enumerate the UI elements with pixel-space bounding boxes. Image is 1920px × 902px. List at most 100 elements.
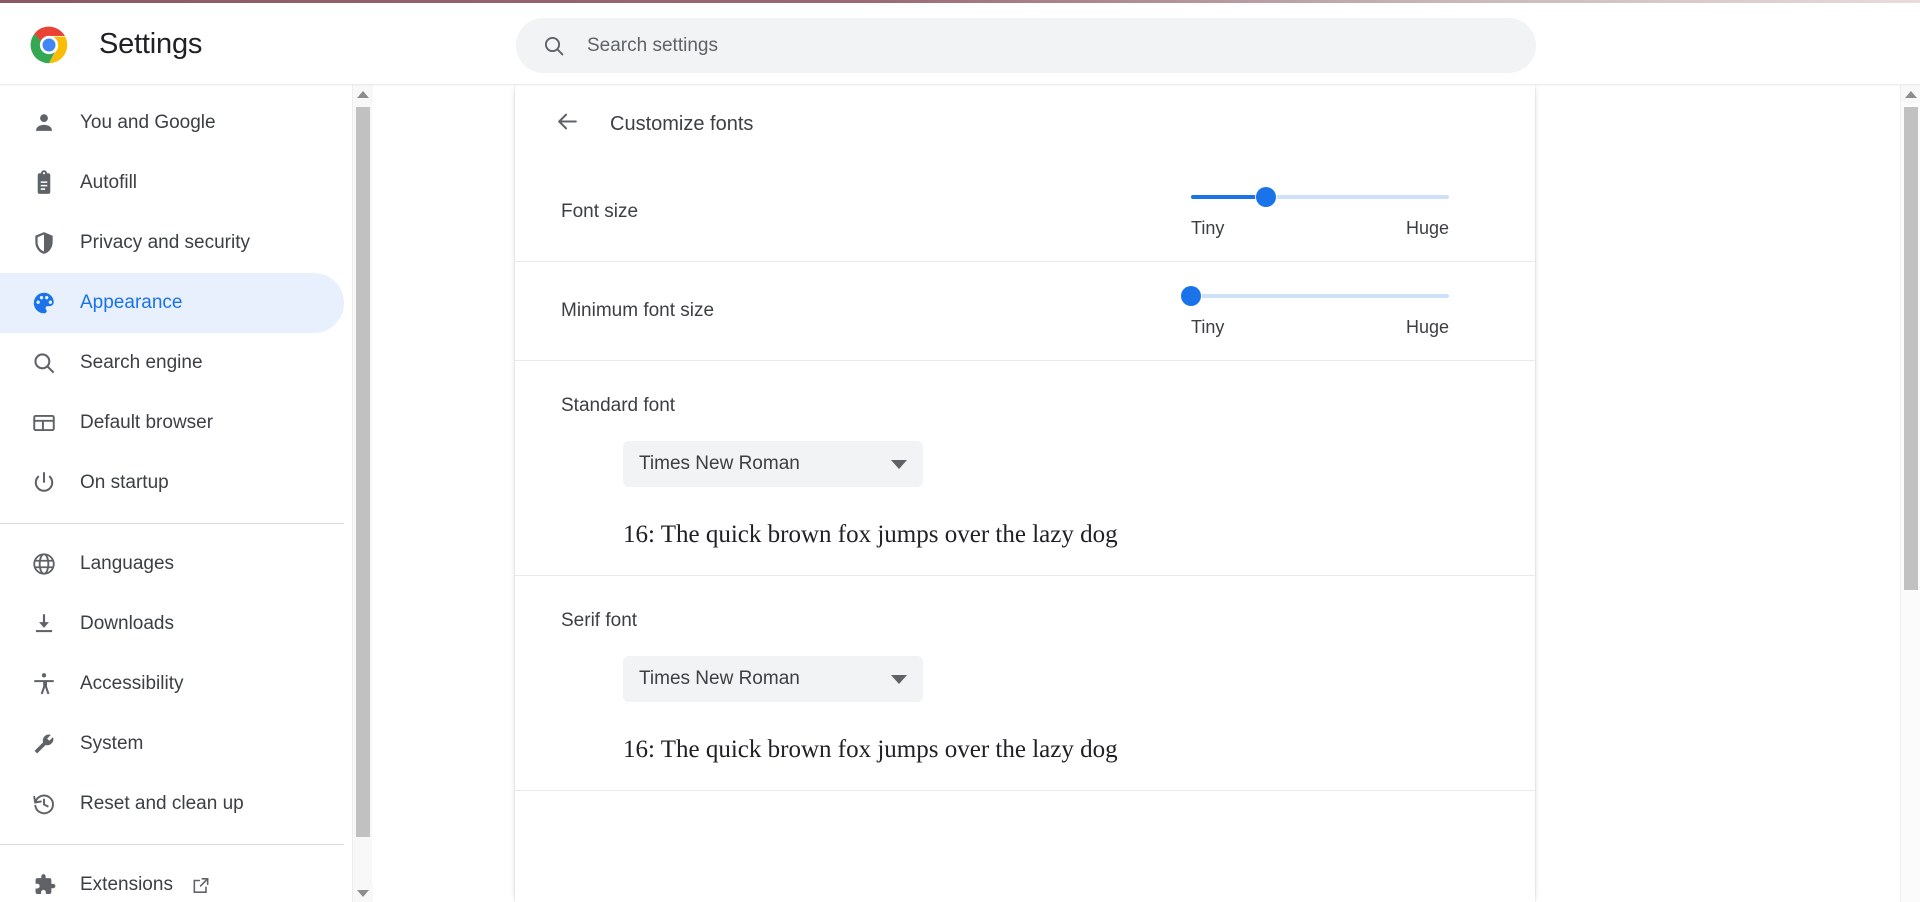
sidebar-item-privacy-and-security[interactable]: Privacy and security [0,213,344,273]
search-icon [30,349,58,377]
app-header: Settings [0,3,1920,84]
sidebar-list: You and Google Autofill Privacy and secu… [0,85,352,902]
sidebar-scroll-up-button[interactable] [353,85,373,103]
sidebar-item-label: On startup [80,472,169,493]
standard-font-value: Times New Roman [639,453,800,474]
serif-font-preview: 16: The quick brown fox jumps over the l… [623,736,1118,763]
sidebar-item-label: Appearance [80,292,183,313]
power-icon [30,469,58,497]
card-header: Customize fonts [515,85,1535,163]
sidebar-divider [0,844,344,845]
sidebar-item-accessibility[interactable]: Accessibility [0,654,344,714]
chrome-logo [30,26,68,64]
standard-font-select[interactable]: Times New Roman [623,441,923,487]
serif-font-select[interactable]: Times New Roman [623,656,923,702]
row-divider [515,790,1535,791]
slider-max-label: Huge [1405,218,1449,238]
sidebar-item-label: Autofill [80,172,138,193]
globe-icon [30,550,58,578]
shield-icon [30,229,58,257]
serif-font-select-row: Times New Roman [561,656,1505,702]
sidebar-item-label: Privacy and security [80,232,251,253]
search-input[interactable] [587,18,1507,73]
person-icon [30,109,58,137]
sidebar-item-appearance[interactable]: Appearance [0,273,344,333]
minimum-font-size-label: Minimum font size [561,300,715,321]
slider-fill [1191,195,1266,199]
page-title: Customize fonts [610,112,754,135]
sidebar-item-you-and-google[interactable]: You and Google [0,93,344,153]
chevron-down-icon [891,459,907,469]
sidebar-item-label: Default browser [80,412,214,433]
sidebar-nav: You and Google Autofill Privacy and secu… [0,85,352,902]
settings-window: Settings Search settings You and Google … [0,0,1920,902]
sidebar-divider [0,523,344,524]
sidebar-scrollbar-thumb[interactable] [356,107,370,837]
main-scrollbar[interactable] [1900,85,1920,902]
sidebar-item-label: Extensions [80,874,173,895]
standard-font-label: Standard font [561,395,676,416]
standard-font-select-row: Times New Roman [561,441,1505,487]
app-title: Settings [99,28,203,60]
slider-marks: Tiny Huge [1191,218,1449,239]
sidebar-item-search-engine[interactable]: Search engine [0,333,344,393]
serif-font-section: Serif font Times New Roman 16: The quick… [515,576,1535,790]
standard-font-section: Standard font Times New Roman 16: The qu… [515,361,1535,575]
sidebar-item-label: Downloads [80,613,174,634]
minimum-font-size-slider[interactable]: Tiny Huge [1181,262,1449,338]
sidebar-item-label: You and Google [80,112,216,133]
external-link-icon [191,875,211,895]
serif-font-value: Times New Roman [639,668,800,689]
slider-min-label: Tiny [1191,317,1225,337]
minimum-font-size-row: Minimum font size Tiny Huge [515,262,1535,360]
sidebar-item-label: Languages [80,553,175,574]
sidebar-item-default-browser[interactable]: Default browser [0,393,344,453]
body-area: You and Google Autofill Privacy and secu… [0,85,1920,902]
search-icon [541,33,566,58]
main-scroll-up-button[interactable] [1901,85,1920,103]
slider-thumb[interactable] [1181,286,1201,306]
customize-fonts-card: Customize fonts Font size Tiny Huge Mini… [515,85,1535,902]
download-icon [30,610,58,638]
sidebar-scroll-down-button[interactable] [353,884,373,902]
sidebar-item-on-startup[interactable]: On startup [0,453,344,513]
main-content-area: Customize fonts Font size Tiny Huge Mini… [373,85,1900,902]
chevron-up-icon [357,90,369,98]
slider-track[interactable] [1181,286,1449,306]
chevron-down-icon [357,889,369,897]
puzzle-icon [30,871,58,899]
sidebar-item-languages[interactable]: Languages [0,534,344,594]
back-arrow-icon [555,109,580,139]
font-size-slider[interactable]: Tiny Huge [1191,163,1449,239]
clipboard-icon [30,169,58,197]
back-button[interactable] [545,102,589,146]
history-restore-icon [30,790,58,818]
serif-font-label: Serif font [561,610,638,631]
font-size-row: Font size Tiny Huge [515,163,1535,261]
slider-marks: Tiny Huge [1191,317,1449,338]
sidebar-item-label: System [80,733,144,754]
chevron-down-icon [891,674,907,684]
sidebar-item-system[interactable]: System [0,714,344,774]
slider-max-label: Huge [1405,317,1449,337]
sidebar-item-extensions[interactable]: Extensions [0,855,344,902]
sidebar-item-downloads[interactable]: Downloads [0,594,344,654]
sidebar-item-label: Search engine [80,352,203,373]
sidebar-scrollbar[interactable] [352,85,373,902]
sidebar-item-label: Reset and clean up [80,793,244,814]
wrench-icon [30,730,58,758]
accessibility-icon [30,670,58,698]
chrome-logo-icon [30,26,68,64]
slider-min-label: Tiny [1191,218,1225,238]
sidebar-item-reset-and-clean-up[interactable]: Reset and clean up [0,774,344,834]
standard-font-preview: 16: The quick brown fox jumps over the l… [623,521,1118,548]
main-scrollbar-thumb[interactable] [1904,107,1918,590]
browser-window-icon [30,409,58,437]
font-size-label: Font size [561,201,639,222]
search-settings-box[interactable] [516,18,1536,73]
slider-thumb[interactable] [1255,187,1276,207]
slider-track[interactable] [1191,187,1449,207]
sidebar-item-autofill[interactable]: Autofill [0,153,344,213]
chevron-up-icon [1905,90,1917,98]
palette-icon [30,289,58,317]
